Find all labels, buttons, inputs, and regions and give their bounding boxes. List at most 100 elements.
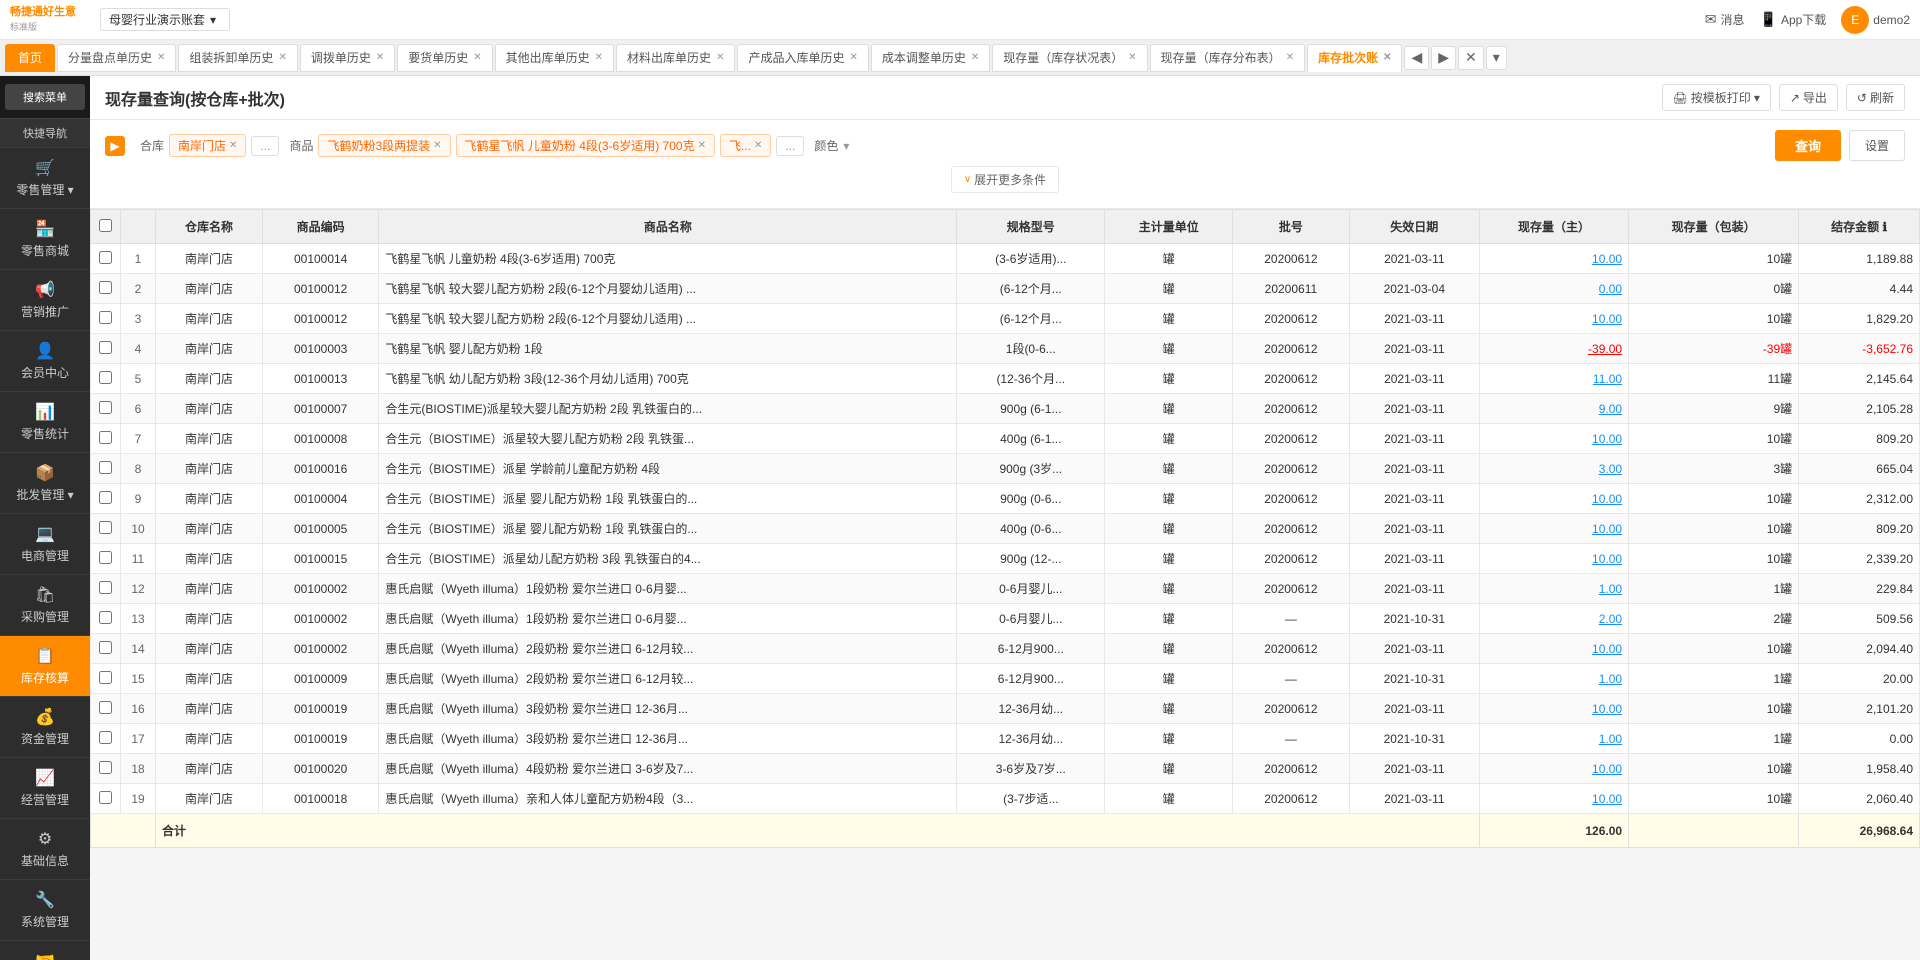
sidebar-item-enterprise[interactable]: 🤝 企业协同 bbox=[0, 940, 90, 960]
row-qty-main-16[interactable]: 1.00 bbox=[1480, 724, 1629, 754]
tab-batch-voucher[interactable]: 库存批次账 ✕ bbox=[1307, 44, 1402, 72]
row-check-1[interactable] bbox=[99, 281, 112, 294]
product-more[interactable]: ... bbox=[776, 136, 804, 156]
app-download-btn[interactable]: 📱 App下载 bbox=[1760, 11, 1827, 28]
row-qty-main-5[interactable]: 9.00 bbox=[1480, 394, 1629, 424]
row-qty-main-15[interactable]: 10.00 bbox=[1480, 694, 1629, 724]
row-checkbox-6[interactable] bbox=[91, 424, 121, 454]
row-qty-main-11[interactable]: 1.00 bbox=[1480, 574, 1629, 604]
row-check-9[interactable] bbox=[99, 521, 112, 534]
row-check-8[interactable] bbox=[99, 491, 112, 504]
refresh-btn[interactable]: ↺ 刷新 bbox=[1846, 84, 1905, 111]
setting-btn[interactable]: 设置 bbox=[1849, 130, 1905, 161]
row-checkbox-9[interactable] bbox=[91, 514, 121, 544]
row-checkbox-10[interactable] bbox=[91, 544, 121, 574]
tab-menu-btn[interactable]: ▾ bbox=[1486, 46, 1507, 70]
tab-disassemble-history[interactable]: 组装拆卸单历史 ✕ bbox=[178, 44, 297, 72]
print-btn[interactable]: 🖨 按模板打印 ▾ bbox=[1662, 84, 1771, 111]
close-mix-history[interactable]: ✕ bbox=[376, 52, 384, 63]
warehouse-tag[interactable]: 南岸门店 ✕ bbox=[169, 134, 246, 157]
row-checkbox-2[interactable] bbox=[91, 304, 121, 334]
row-check-0[interactable] bbox=[99, 251, 112, 264]
row-qty-main-8[interactable]: 10.00 bbox=[1480, 484, 1629, 514]
row-checkbox-0[interactable] bbox=[91, 244, 121, 274]
close-demand-history[interactable]: ✕ bbox=[473, 52, 481, 63]
row-checkbox-4[interactable] bbox=[91, 364, 121, 394]
row-check-12[interactable] bbox=[99, 611, 112, 624]
row-checkbox-14[interactable] bbox=[91, 664, 121, 694]
row-qty-main-6[interactable]: 10.00 bbox=[1480, 424, 1629, 454]
close-stock-status[interactable]: ✕ bbox=[1128, 52, 1136, 63]
sidebar-item-finance[interactable]: 💰 资金管理 bbox=[0, 696, 90, 757]
row-checkbox-13[interactable] bbox=[91, 634, 121, 664]
product-tag-3-remove[interactable]: ✕ bbox=[754, 140, 762, 151]
row-qty-main-1[interactable]: 0.00 bbox=[1480, 274, 1629, 304]
row-checkbox-16[interactable] bbox=[91, 724, 121, 754]
sidebar-item-retail-stats[interactable]: 📊 零售统计 bbox=[0, 391, 90, 452]
row-qty-main-7[interactable]: 3.00 bbox=[1480, 454, 1629, 484]
tab-close-btn[interactable]: ✕ bbox=[1458, 46, 1484, 70]
row-check-3[interactable] bbox=[99, 341, 112, 354]
row-check-18[interactable] bbox=[99, 791, 112, 804]
row-qty-main-3[interactable]: -39.00 bbox=[1480, 334, 1629, 364]
row-qty-main-4[interactable]: 11.00 bbox=[1480, 364, 1629, 394]
close-batch-voucher[interactable]: ✕ bbox=[1383, 52, 1391, 63]
row-check-6[interactable] bbox=[99, 431, 112, 444]
close-stock-dist[interactable]: ✕ bbox=[1286, 52, 1294, 63]
sidebar-item-operations[interactable]: 📈 经营管理 bbox=[0, 757, 90, 818]
row-qty-main-13[interactable]: 10.00 bbox=[1480, 634, 1629, 664]
row-checkbox-7[interactable] bbox=[91, 454, 121, 484]
tab-other-out[interactable]: 其他出库单历史 ✕ bbox=[495, 44, 614, 72]
warehouse-more[interactable]: ... bbox=[251, 136, 279, 156]
row-check-15[interactable] bbox=[99, 701, 112, 714]
sidebar-item-purchase[interactable]: 🛍 采购管理 bbox=[0, 574, 90, 635]
row-qty-main-10[interactable]: 10.00 bbox=[1480, 544, 1629, 574]
row-checkbox-3[interactable] bbox=[91, 334, 121, 364]
row-check-16[interactable] bbox=[99, 731, 112, 744]
row-check-4[interactable] bbox=[99, 371, 112, 384]
tab-stock-dist[interactable]: 现存量（库存分布表） ✕ bbox=[1150, 44, 1305, 72]
sidebar-item-retail[interactable]: 🛒 零售管理 ▾ bbox=[0, 147, 90, 208]
product-tag-2[interactable]: 飞鹤星飞帆 儿童奶粉 4段(3-6岁适用) 700克 ✕ bbox=[456, 134, 715, 157]
close-split-history[interactable]: ✕ bbox=[157, 52, 165, 63]
row-check-17[interactable] bbox=[99, 761, 112, 774]
row-qty-main-12[interactable]: 2.00 bbox=[1480, 604, 1629, 634]
tab-split-history[interactable]: 分量盘点单历史 ✕ bbox=[57, 44, 176, 72]
row-qty-main-17[interactable]: 10.00 bbox=[1480, 754, 1629, 784]
sidebar-item-member[interactable]: 👤 会员中心 bbox=[0, 330, 90, 391]
tab-home[interactable]: 首页 bbox=[5, 44, 55, 72]
tab-mix-history[interactable]: 调拨单历史 ✕ bbox=[300, 44, 395, 72]
row-qty-main-18[interactable]: 10.00 bbox=[1480, 784, 1629, 814]
search-menu-btn[interactable]: 搜索菜单 bbox=[5, 84, 85, 110]
export-btn[interactable]: ↗ 导出 bbox=[1779, 84, 1838, 111]
tab-cost-adjust[interactable]: 成本调整单历史 ✕ bbox=[871, 44, 990, 72]
row-check-5[interactable] bbox=[99, 401, 112, 414]
sidebar-item-basic[interactable]: ⚙ 基础信息 bbox=[0, 818, 90, 879]
row-check-14[interactable] bbox=[99, 671, 112, 684]
close-disassemble-history[interactable]: ✕ bbox=[278, 52, 286, 63]
message-btn[interactable]: ✉ 消息 bbox=[1705, 11, 1745, 28]
row-check-7[interactable] bbox=[99, 461, 112, 474]
user-area[interactable]: E demo2 bbox=[1841, 6, 1910, 34]
warehouse-tag-remove[interactable]: ✕ bbox=[229, 140, 237, 151]
row-qty-main-14[interactable]: 1.00 bbox=[1480, 664, 1629, 694]
row-check-2[interactable] bbox=[99, 311, 112, 324]
row-checkbox-5[interactable] bbox=[91, 394, 121, 424]
sidebar-item-retail-shop[interactable]: 🏪 零售商城 bbox=[0, 208, 90, 269]
tab-material-out[interactable]: 材料出库单历史 ✕ bbox=[616, 44, 735, 72]
quick-nav-btn[interactable]: 快捷导航 bbox=[0, 118, 90, 147]
row-qty-main-0[interactable]: 10.00 bbox=[1480, 244, 1629, 274]
product-tag-3[interactable]: 飞... ✕ bbox=[720, 134, 771, 157]
row-checkbox-15[interactable] bbox=[91, 694, 121, 724]
sidebar-item-ecommerce[interactable]: 💻 电商管理 bbox=[0, 513, 90, 574]
close-material-out[interactable]: ✕ bbox=[716, 52, 724, 63]
company-selector[interactable]: 母婴行业演示账套 ▾ bbox=[100, 8, 230, 31]
row-checkbox-18[interactable] bbox=[91, 784, 121, 814]
product-tag-1-remove[interactable]: ✕ bbox=[433, 140, 441, 151]
color-dropdown-icon[interactable]: ▾ bbox=[843, 139, 849, 153]
row-checkbox-8[interactable] bbox=[91, 484, 121, 514]
close-cost-adjust[interactable]: ✕ bbox=[971, 52, 979, 63]
tab-product-in[interactable]: 产成品入库单历史 ✕ bbox=[737, 44, 868, 72]
row-qty-main-2[interactable]: 10.00 bbox=[1480, 304, 1629, 334]
filter-toggle-btn[interactable]: ▶ bbox=[105, 136, 125, 156]
